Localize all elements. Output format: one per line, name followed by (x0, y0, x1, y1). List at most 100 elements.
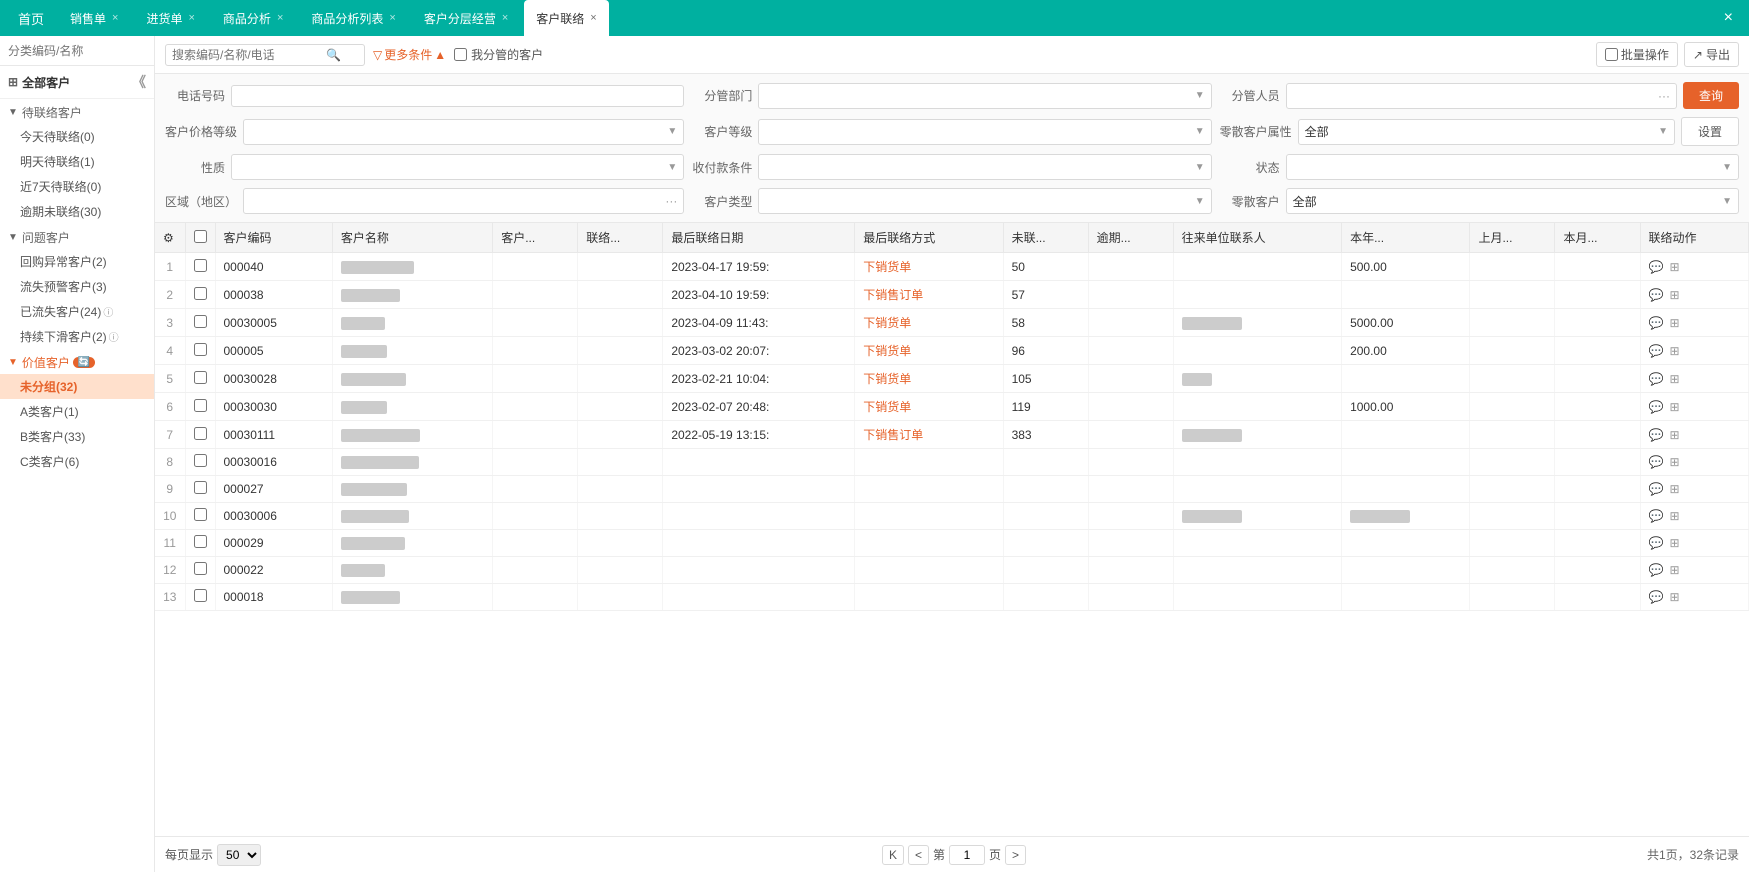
message-icon[interactable]: 💬 (1649, 536, 1664, 550)
message-icon[interactable]: 💬 (1649, 428, 1664, 442)
first-page-button[interactable]: K (882, 845, 904, 865)
grid-action-icon[interactable]: ⊞ (1669, 509, 1679, 523)
next-page-button[interactable]: > (1005, 845, 1026, 865)
row-checkbox-cell[interactable] (185, 365, 215, 393)
sidebar-group-pending[interactable]: ▼ 待联络客户 (0, 99, 154, 124)
row-checkbox[interactable] (194, 315, 207, 328)
sidebar-item-class-c[interactable]: C类客户(6) (0, 449, 154, 474)
nav-tab-purchase[interactable]: 进货单 × (134, 0, 206, 36)
nav-tab-sales[interactable]: 销售单 × (58, 0, 130, 36)
last-contact-method[interactable]: 下销货单 (855, 337, 1003, 365)
grid-action-icon[interactable]: ⊞ (1669, 590, 1679, 604)
sidebar-item-overdue-pending[interactable]: 逾期未联络(30) (0, 199, 154, 224)
row-checkbox[interactable] (194, 508, 207, 521)
query-button[interactable]: 查询 (1683, 82, 1739, 109)
sidebar-item-declining[interactable]: 持续下滑客户(2) ⓘ (0, 324, 154, 349)
contact-method-link[interactable]: 下销货单 (863, 260, 911, 274)
row-checkbox-cell[interactable] (185, 557, 215, 584)
grid-action-icon[interactable]: ⊞ (1669, 316, 1679, 330)
nav-tab-customer-ops-close[interactable]: × (502, 12, 508, 24)
all-customers-header[interactable]: 全部客户 《 (0, 66, 154, 99)
sidebar-item-unclassified[interactable]: 未分组(32) (0, 374, 154, 399)
phone-input[interactable] (231, 85, 684, 107)
message-icon[interactable]: 💬 (1649, 260, 1664, 274)
nav-tab-goods-analysis[interactable]: 商品分析 × (211, 0, 295, 36)
grid-action-icon[interactable]: ⊞ (1669, 536, 1679, 550)
row-checkbox-cell[interactable] (185, 503, 215, 530)
contact-method-link[interactable]: 下销货单 (863, 372, 911, 386)
search-box[interactable]: 🔍 (165, 44, 365, 66)
manager-dots[interactable]: ··· (1658, 89, 1670, 103)
row-checkbox[interactable] (194, 427, 207, 440)
row-checkbox[interactable] (194, 562, 207, 575)
sidebar-group-problem[interactable]: ▼ 问题客户 (0, 224, 154, 249)
my-customers-checkbox[interactable] (454, 48, 467, 61)
message-icon[interactable]: 💬 (1649, 344, 1664, 358)
sidebar-collapse-button[interactable]: 《 (132, 72, 146, 92)
grid-action-icon[interactable]: ⊞ (1669, 428, 1679, 442)
nav-tab-customer-contact[interactable]: 客户联络 × (524, 0, 608, 36)
message-icon[interactable]: 💬 (1649, 563, 1664, 577)
grid-action-icon[interactable]: ⊞ (1669, 260, 1679, 274)
sidebar-search-box[interactable]: 🔍 (0, 36, 154, 66)
last-contact-method[interactable]: 下销货单 (855, 253, 1003, 281)
sidebar-item-tomorrow-pending[interactable]: 明天待联络(1) (0, 149, 154, 174)
last-contact-method[interactable] (855, 503, 1003, 530)
contact-method-link[interactable]: 下销货单 (863, 344, 911, 358)
payment-select[interactable]: ▼ (758, 154, 1211, 180)
last-contact-method[interactable]: 下销售订单 (855, 421, 1003, 449)
last-contact-method[interactable]: 下销货单 (855, 365, 1003, 393)
row-checkbox-cell[interactable] (185, 393, 215, 421)
prev-page-button[interactable]: < (908, 845, 929, 865)
sidebar-item-class-b[interactable]: B类客户(33) (0, 424, 154, 449)
row-checkbox-cell[interactable] (185, 449, 215, 476)
row-checkbox-cell[interactable] (185, 309, 215, 337)
per-page-select[interactable]: 50 (217, 844, 261, 866)
nav-tab-goods-list-close[interactable]: × (389, 12, 395, 24)
nature-select[interactable]: ▼ (231, 154, 684, 180)
search-icon[interactable]: 🔍 (326, 48, 341, 62)
customer-level-select[interactable]: ▼ (758, 119, 1211, 145)
last-contact-method[interactable] (855, 476, 1003, 503)
nav-tab-purchase-close[interactable]: × (188, 12, 194, 24)
manager-select[interactable]: ··· (1286, 83, 1677, 109)
row-checkbox[interactable] (194, 399, 207, 412)
main-search-input[interactable] (172, 48, 322, 62)
my-customers-checkbox-label[interactable]: 我分管的客户 (454, 46, 543, 63)
message-icon[interactable]: 💬 (1649, 400, 1664, 414)
dept-select[interactable]: ▼ (758, 83, 1211, 109)
status-select[interactable]: ▼ (1286, 154, 1739, 180)
last-contact-method[interactable]: 下销售订单 (855, 281, 1003, 309)
row-checkbox[interactable] (194, 481, 207, 494)
last-contact-method[interactable] (855, 584, 1003, 611)
row-checkbox-cell[interactable] (185, 337, 215, 365)
area-select[interactable]: ··· (243, 188, 684, 214)
row-checkbox-cell[interactable] (185, 421, 215, 449)
message-icon[interactable]: 💬 (1649, 372, 1664, 386)
category-search-input[interactable] (8, 44, 155, 58)
grid-action-icon[interactable]: ⊞ (1669, 455, 1679, 469)
row-checkbox-cell[interactable] (185, 253, 215, 281)
nav-home[interactable]: 首页 (8, 9, 54, 28)
nav-tab-sales-close[interactable]: × (112, 12, 118, 24)
message-icon[interactable]: 💬 (1649, 590, 1664, 604)
nav-tab-goods-analysis-close[interactable]: × (277, 12, 283, 24)
row-checkbox-cell[interactable] (185, 476, 215, 503)
message-icon[interactable]: 💬 (1649, 316, 1664, 330)
area-dots[interactable]: ··· (665, 194, 677, 208)
nav-tab-customer-ops[interactable]: 客户分层经营 × (412, 0, 520, 36)
message-icon[interactable]: 💬 (1649, 455, 1664, 469)
contact-method-link[interactable]: 下销货单 (863, 316, 911, 330)
last-contact-method[interactable] (855, 449, 1003, 476)
contact-method-link[interactable]: 下销售订单 (863, 428, 923, 442)
grid-action-icon[interactable]: ⊞ (1669, 344, 1679, 358)
row-checkbox[interactable] (194, 259, 207, 272)
reset-button[interactable]: 设置 (1681, 117, 1739, 146)
price-level-select[interactable]: ▼ (243, 119, 684, 145)
sidebar-item-churned[interactable]: 已流失客户(24) ⓘ (0, 299, 154, 324)
current-page-input[interactable] (949, 845, 985, 865)
last-contact-method[interactable] (855, 530, 1003, 557)
customer-type-select[interactable]: ▼ (758, 188, 1211, 214)
export-button[interactable]: ↗ 导出 (1684, 42, 1739, 67)
row-checkbox-cell[interactable] (185, 281, 215, 309)
